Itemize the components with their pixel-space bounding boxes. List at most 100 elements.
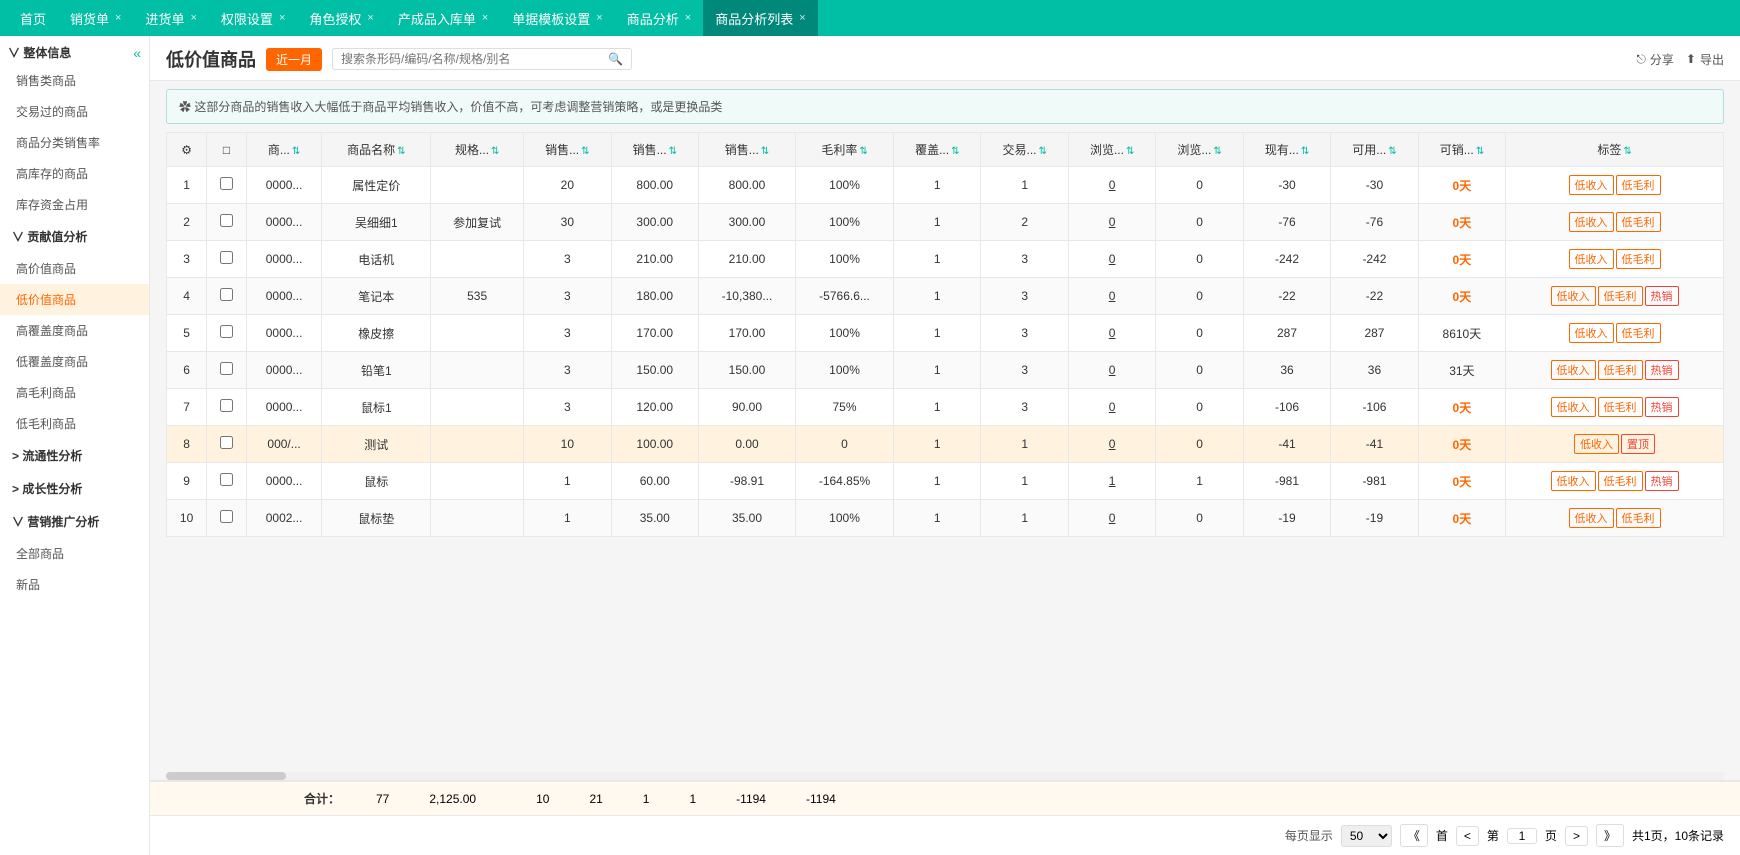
page-size-select[interactable]: 50 20 100 <box>1341 825 1392 847</box>
browse-link[interactable]: 1 <box>1109 474 1116 488</box>
row-browse1[interactable]: 0 <box>1068 500 1155 537</box>
close-icon[interactable]: × <box>596 12 602 24</box>
next-page-btn[interactable]: > <box>1565 826 1588 846</box>
row-browse1[interactable]: 0 <box>1068 426 1155 463</box>
sidebar-item-low-margin[interactable]: 低毛利商品 <box>0 408 149 439</box>
row-checkbox[interactable] <box>207 278 247 315</box>
browse-link[interactable]: 0 <box>1109 252 1116 266</box>
row-browse1[interactable]: 0 <box>1068 204 1155 241</box>
row-checkbox[interactable] <box>207 500 247 537</box>
close-icon[interactable]: × <box>685 12 691 24</box>
sidebar-item-low-value[interactable]: 低价值商品 <box>0 284 149 315</box>
checkbox[interactable] <box>220 288 233 301</box>
close-icon[interactable]: × <box>190 12 196 24</box>
scrollbar-thumb[interactable] <box>166 772 286 780</box>
sidebar-item-traded[interactable]: 交易过的商品 <box>0 96 149 127</box>
row-checkbox[interactable] <box>207 204 247 241</box>
nav-home[interactable]: 首页 <box>8 0 58 36</box>
sidebar-group-marketing[interactable]: ∨ 营销推广分析 <box>0 505 149 538</box>
row-checkbox[interactable] <box>207 167 247 204</box>
row-browse1[interactable]: 1 <box>1068 463 1155 500</box>
browse-link[interactable]: 0 <box>1109 363 1116 377</box>
browse-link[interactable]: 0 <box>1109 178 1116 192</box>
col-settings[interactable]: ⚙ <box>167 133 207 167</box>
last-page-btn[interactable]: 》 <box>1596 824 1624 847</box>
sidebar-group-flow[interactable]: > 流通性分析 <box>0 439 149 472</box>
row-checkbox[interactable] <box>207 463 247 500</box>
browse-link[interactable]: 0 <box>1109 400 1116 414</box>
row-checkbox[interactable] <box>207 241 247 278</box>
close-icon[interactable]: × <box>279 12 285 24</box>
browse-link[interactable]: 0 <box>1109 326 1116 340</box>
sidebar-item-high-coverage[interactable]: 高覆盖度商品 <box>0 315 149 346</box>
col-tags[interactable]: 标签⇅ <box>1506 133 1724 167</box>
page-input[interactable] <box>1507 828 1537 844</box>
browse-link[interactable]: 0 <box>1109 289 1116 303</box>
nav-purchase[interactable]: 进货单 × <box>133 0 208 36</box>
row-checkbox[interactable] <box>207 426 247 463</box>
filter-recent-month-btn[interactable]: 近一月 <box>266 48 322 71</box>
nav-permission[interactable]: 权限设置 × <box>209 0 297 36</box>
horizontal-scrollbar[interactable] <box>166 772 1724 780</box>
col-avail[interactable]: 可用...⇅ <box>1331 133 1418 167</box>
col-gross[interactable]: 毛利率⇅ <box>796 133 894 167</box>
row-browse1[interactable]: 0 <box>1068 352 1155 389</box>
browse-link[interactable]: 0 <box>1109 437 1116 451</box>
sidebar-item-all-products[interactable]: 全部商品 <box>0 538 149 569</box>
checkbox[interactable] <box>220 325 233 338</box>
sidebar-item-category-rate[interactable]: 商品分类销售率 <box>0 127 149 158</box>
nav-product-analysis[interactable]: 商品分析 × <box>615 0 703 36</box>
prev-page-btn[interactable]: < <box>1456 826 1479 846</box>
row-browse1[interactable]: 0 <box>1068 278 1155 315</box>
row-checkbox[interactable] <box>207 389 247 426</box>
nav-product-analysis-list[interactable]: 商品分析列表 × <box>703 0 817 36</box>
nav-role[interactable]: 角色授权 × <box>297 0 385 36</box>
col-trade[interactable]: 交易...⇅ <box>981 133 1068 167</box>
checkbox[interactable] <box>220 399 233 412</box>
browse-link[interactable]: 0 <box>1109 215 1116 229</box>
nav-template[interactable]: 单据模板设置 × <box>500 0 614 36</box>
checkbox[interactable] <box>220 362 233 375</box>
close-icon[interactable]: × <box>367 12 373 24</box>
close-icon[interactable]: × <box>482 12 488 24</box>
row-checkbox[interactable] <box>207 352 247 389</box>
col-sellable[interactable]: 可销...⇅ <box>1418 133 1505 167</box>
sidebar-item-sales-product[interactable]: 销售类商品 <box>0 65 149 96</box>
col-code[interactable]: 商...⇅ <box>246 133 322 167</box>
col-s3[interactable]: 销售...⇅ <box>698 133 795 167</box>
sidebar-group-contribution[interactable]: ∨ 贡献值分析 <box>0 220 149 253</box>
checkbox[interactable] <box>220 473 233 486</box>
col-cover[interactable]: 覆盖...⇅ <box>894 133 981 167</box>
sidebar-item-new-products[interactable]: 新品 <box>0 569 149 600</box>
col-s2[interactable]: 销售...⇅ <box>611 133 698 167</box>
col-browse1[interactable]: 浏览...⇅ <box>1068 133 1155 167</box>
sidebar-collapse-icon[interactable]: « <box>133 45 141 61</box>
col-checkbox[interactable]: □ <box>207 133 247 167</box>
checkbox[interactable] <box>220 251 233 264</box>
share-btn[interactable]: ⎋ 分享 <box>1636 51 1674 68</box>
sidebar-item-high-value[interactable]: 高价值商品 <box>0 253 149 284</box>
sidebar-item-low-coverage[interactable]: 低覆盖度商品 <box>0 346 149 377</box>
nav-sales[interactable]: 销货单 × <box>58 0 133 36</box>
sidebar-item-high-margin[interactable]: 高毛利商品 <box>0 377 149 408</box>
col-name[interactable]: 商品名称⇅ <box>322 133 431 167</box>
row-browse1[interactable]: 0 <box>1068 389 1155 426</box>
first-page-btn[interactable]: 《 <box>1400 824 1428 847</box>
browse-link[interactable]: 0 <box>1109 511 1116 525</box>
export-btn[interactable]: ⬆ 导出 <box>1686 51 1724 68</box>
col-s1[interactable]: 销售...⇅ <box>524 133 611 167</box>
checkbox[interactable] <box>220 214 233 227</box>
sidebar-group-growth[interactable]: > 成长性分析 <box>0 472 149 505</box>
search-input[interactable] <box>341 52 604 66</box>
checkbox[interactable] <box>220 436 233 449</box>
checkbox[interactable] <box>220 177 233 190</box>
row-browse1[interactable]: 0 <box>1068 241 1155 278</box>
col-spec[interactable]: 规格...⇅ <box>431 133 524 167</box>
row-browse1[interactable]: 0 <box>1068 167 1155 204</box>
checkbox[interactable] <box>220 510 233 523</box>
sidebar-item-high-stock[interactable]: 高库存的商品 <box>0 158 149 189</box>
col-current[interactable]: 现有...⇅ <box>1243 133 1330 167</box>
row-checkbox[interactable] <box>207 315 247 352</box>
row-browse1[interactable]: 0 <box>1068 315 1155 352</box>
close-icon[interactable]: × <box>799 12 805 24</box>
